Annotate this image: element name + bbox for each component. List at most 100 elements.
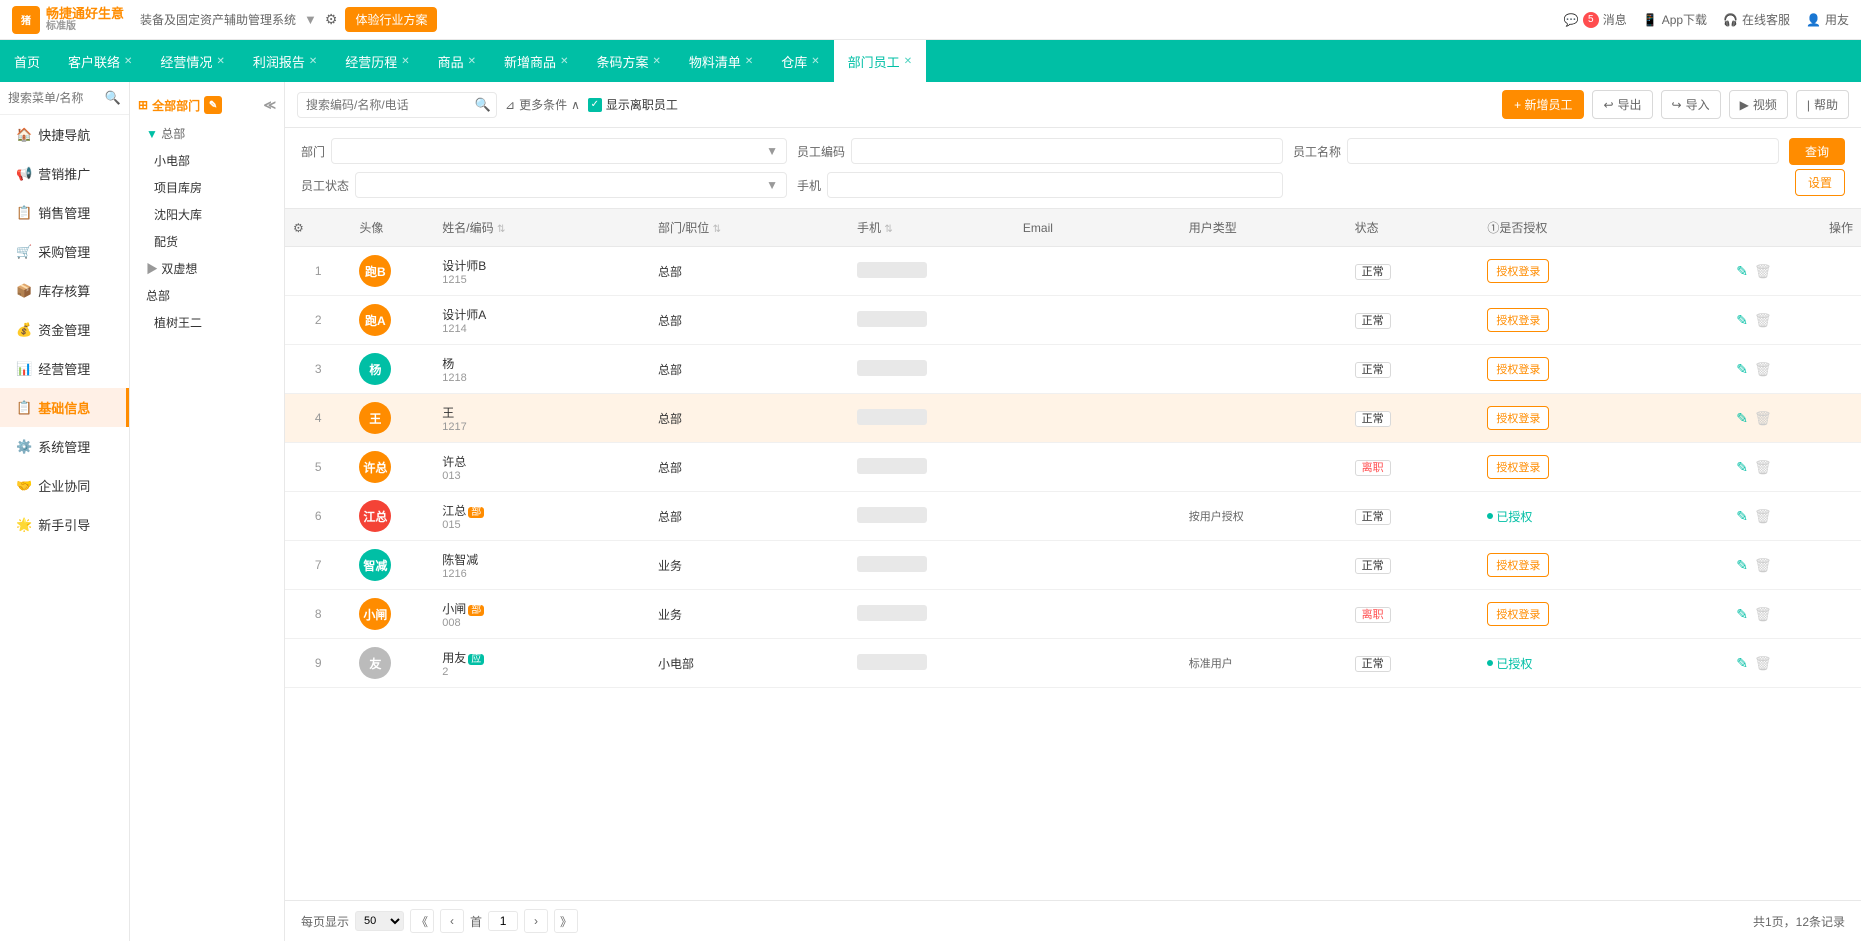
auth-btn[interactable]: 授权登录 <box>1487 553 1549 577</box>
help-button[interactable]: | 帮助 <box>1796 90 1849 119</box>
message-item[interactable]: 💬 5 消息 <box>1564 11 1627 28</box>
nav-item-profit[interactable]: 利润报告 ✕ <box>239 40 331 82</box>
auth-btn[interactable]: 授权登录 <box>1487 602 1549 626</box>
auth-btn[interactable]: 授权登录 <box>1487 406 1549 430</box>
nav-item-employees[interactable]: 部门员工 ✕ <box>834 40 926 82</box>
email-cell <box>1015 639 1181 688</box>
nav-item-history[interactable]: 经营历程 ✕ <box>331 40 423 82</box>
nav-item-warehouse[interactable]: 仓库 ✕ <box>767 40 833 82</box>
dept-item-peihuo[interactable]: 配货 <box>130 228 284 255</box>
avatar: 跑A <box>359 304 391 336</box>
employee-code: 1216 <box>442 568 642 580</box>
edit-button[interactable]: ✎ <box>1736 557 1748 574</box>
sidebar-item-marketing[interactable]: 📢 营销推广 <box>0 154 129 193</box>
more-filter-btn[interactable]: ⊿ 更多条件 ∧ <box>505 96 580 113</box>
phone-input[interactable] <box>827 172 1283 198</box>
dept-item-xiangmu[interactable]: 项目库房 <box>130 174 284 201</box>
sales-icon: 📋 <box>16 205 32 221</box>
edit-button[interactable]: ✎ <box>1736 263 1748 280</box>
content-area: ⊞ 全部部门 ✎ ≪ ▼ 总部 小电部 项目库房 沈阳大库 配货 ▶ 双虚想 总… <box>130 82 1861 941</box>
emp-name-input[interactable] <box>1347 138 1779 164</box>
sidebar-item-inventory[interactable]: 📦 库存核算 <box>0 271 129 310</box>
employee-search-input[interactable] <box>297 92 497 118</box>
sidebar-item-guide[interactable]: 🌟 新手引导 <box>0 505 129 544</box>
auth-btn[interactable]: 授权登录 <box>1487 455 1549 479</box>
collapse-icon[interactable]: ≪ <box>263 98 276 112</box>
col-settings[interactable]: ⚙ <box>285 209 351 247</box>
edit-button[interactable]: ✎ <box>1736 361 1748 378</box>
nav-item-goods[interactable]: 商品 ✕ <box>424 40 490 82</box>
settings-icon[interactable]: ⚙ <box>325 11 338 28</box>
toolbar-left: 🔍 ⊿ 更多条件 ∧ ✓ 显示离职员工 <box>297 92 678 118</box>
nav-item-home[interactable]: 首页 <box>0 40 54 82</box>
export-button[interactable]: ↩ 导出 <box>1592 90 1652 119</box>
auth-btn[interactable]: 授权登录 <box>1487 357 1549 381</box>
app-download-item[interactable]: 📱 App下载 <box>1643 11 1707 28</box>
next-page-btn[interactable]: › <box>524 909 548 933</box>
dept-item-shenyang[interactable]: 沈阳大库 <box>130 201 284 228</box>
page-number-input[interactable] <box>488 911 518 931</box>
auth-btn[interactable]: 授权登录 <box>1487 308 1549 332</box>
sidebar-item-collaboration[interactable]: 🤝 企业协同 <box>0 466 129 505</box>
nav-item-operation[interactable]: 经营情况 ✕ <box>146 40 238 82</box>
dept-edit-icon[interactable]: ✎ <box>204 96 222 114</box>
delete-button[interactable]: 🗑 <box>1754 508 1772 525</box>
delete-button[interactable]: 🗑 <box>1754 557 1772 574</box>
view-button[interactable]: ▶ 视频 <box>1729 90 1788 119</box>
dept-item-zhishu[interactable]: 植树王二 <box>130 309 284 336</box>
first-page-btn[interactable]: 《 <box>410 909 434 933</box>
sidebar-item-management[interactable]: 📊 经营管理 <box>0 349 129 388</box>
online-service-item[interactable]: 🎧 在线客服 <box>1723 11 1790 28</box>
nav-item-customer[interactable]: 客户联络 ✕ <box>54 40 146 82</box>
delete-button[interactable]: 🗑 <box>1754 312 1772 329</box>
prev-page-btn[interactable]: ‹ <box>440 909 464 933</box>
setting-button[interactable]: 设置 <box>1795 169 1845 196</box>
dept-filter-select[interactable]: ▼ <box>331 138 787 164</box>
page-size-select[interactable]: 50 20 100 <box>355 911 404 931</box>
col-dept[interactable]: 部门/职位 ⇅ <box>650 209 849 247</box>
add-employee-button[interactable]: + 新增员工 <box>1502 90 1584 119</box>
edit-button[interactable]: ✎ <box>1736 410 1748 427</box>
action-cell: ✎ 🗑 <box>1728 394 1861 443</box>
sidebar-item-quick-nav[interactable]: 🏠 快捷导航 <box>0 115 129 154</box>
dept-item-zongbu[interactable]: 总部 <box>130 282 284 309</box>
nav-item-barcode[interactable]: 条码方案 ✕ <box>582 40 674 82</box>
search-btn-icon[interactable]: 🔍 <box>475 97 491 113</box>
last-page-btn[interactable]: 》 <box>554 909 578 933</box>
dept-item-xiaodian[interactable]: 小电部 <box>130 147 284 174</box>
search-button[interactable]: 查询 <box>1789 138 1845 165</box>
status-filter-select[interactable]: ▼ <box>355 172 787 198</box>
avatar-cell: 江总 <box>351 492 434 541</box>
sidebar-item-sales[interactable]: 📋 销售管理 <box>0 193 129 232</box>
delete-button[interactable]: 🗑 <box>1754 655 1772 672</box>
sidebar-item-purchase[interactable]: 🛒 采购管理 <box>0 232 129 271</box>
edit-button[interactable]: ✎ <box>1736 459 1748 476</box>
edit-button[interactable]: ✎ <box>1736 655 1748 672</box>
dept-item-zongbu-parent[interactable]: ▼ 总部 <box>130 120 284 147</box>
user-item[interactable]: 👤 用友 <box>1806 11 1849 28</box>
sidebar-item-finance[interactable]: 💰 资金管理 <box>0 310 129 349</box>
edit-button[interactable]: ✎ <box>1736 606 1748 623</box>
sidebar-item-system[interactable]: ⚙️ 系统管理 <box>0 427 129 466</box>
edit-button[interactable]: ✎ <box>1736 312 1748 329</box>
col-phone[interactable]: 手机 ⇅ <box>849 209 1015 247</box>
auth-btn[interactable]: 授权登录 <box>1487 259 1549 283</box>
dept-item-shuangxu[interactable]: ▶ 双虚想 <box>130 255 284 282</box>
dropdown-icon[interactable]: ▼ <box>304 12 317 27</box>
trial-button[interactable]: 体验行业方案 <box>345 7 437 32</box>
edit-button[interactable]: ✎ <box>1736 508 1748 525</box>
delete-button[interactable]: 🗑 <box>1754 606 1772 623</box>
show-resigned-toggle[interactable]: ✓ 显示离职员工 <box>588 96 678 113</box>
search-input[interactable] <box>8 91 101 105</box>
delete-button[interactable]: 🗑 <box>1754 263 1772 280</box>
import-button[interactable]: ↪ 导入 <box>1661 90 1721 119</box>
sidebar-item-basic-info[interactable]: 📋 基础信息 <box>0 388 129 427</box>
delete-button[interactable]: 🗑 <box>1754 361 1772 378</box>
col-name[interactable]: 姓名/编码 ⇅ <box>434 209 650 247</box>
email-cell <box>1015 492 1181 541</box>
delete-button[interactable]: 🗑 <box>1754 459 1772 476</box>
nav-item-add-goods[interactable]: 新增商品 ✕ <box>490 40 582 82</box>
emp-code-input[interactable] <box>851 138 1283 164</box>
nav-item-bom[interactable]: 物料清单 ✕ <box>675 40 767 82</box>
delete-button[interactable]: 🗑 <box>1754 410 1772 427</box>
